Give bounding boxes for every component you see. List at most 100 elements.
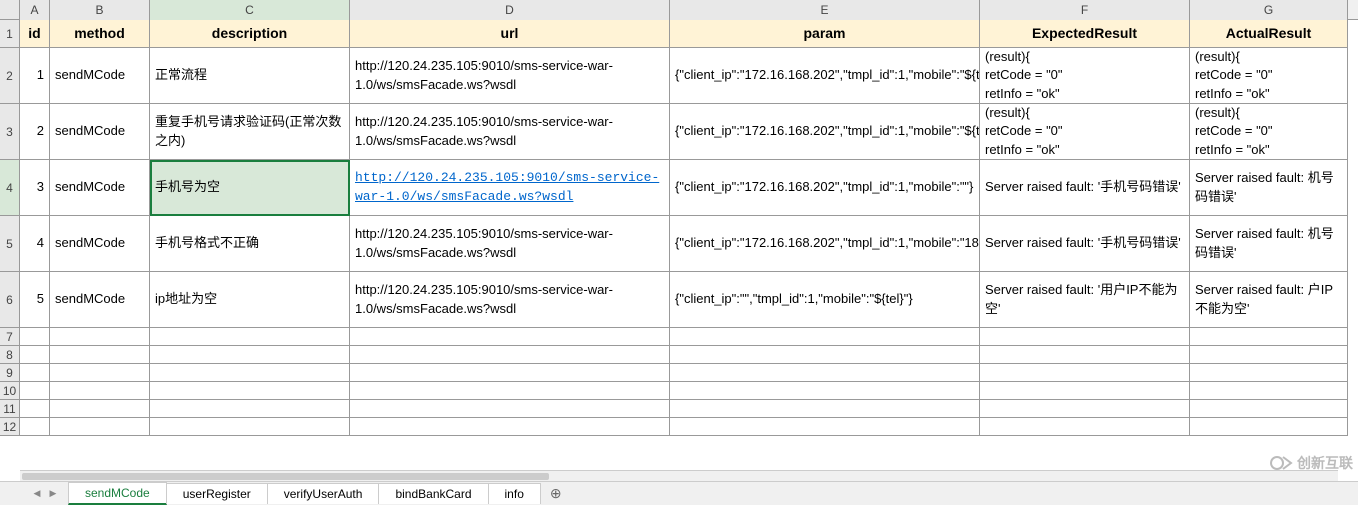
cell-param[interactable]: {"client_ip":"","tmpl_id":1,"mobile":"${… (670, 272, 980, 328)
row-header-5[interactable]: 5 (0, 216, 20, 272)
cell[interactable] (670, 382, 980, 400)
cell[interactable] (50, 418, 150, 436)
cell-id[interactable]: 5 (20, 272, 50, 328)
cell-method[interactable]: sendMCode (50, 272, 150, 328)
cell[interactable] (980, 418, 1190, 436)
cell[interactable] (670, 418, 980, 436)
cell-actual[interactable]: Server raised fault: 机号码错误' (1190, 160, 1348, 216)
cell-expected[interactable]: (result){ retCode = "0" retInfo = "ok" (980, 104, 1190, 160)
header-actual[interactable]: ActualResult (1190, 20, 1348, 48)
cell[interactable] (150, 382, 350, 400)
row-header-4[interactable]: 4 (0, 160, 20, 216)
cell[interactable] (20, 364, 50, 382)
row-header-6[interactable]: 6 (0, 272, 20, 328)
cell[interactable] (350, 382, 670, 400)
cell[interactable] (20, 382, 50, 400)
col-header-D[interactable]: D (350, 0, 670, 20)
cell-url[interactable]: http://120.24.235.105:9010/sms-service-w… (350, 48, 670, 104)
cell-expected[interactable]: (result){ retCode = "0" retInfo = "ok" (980, 48, 1190, 104)
cell[interactable] (980, 346, 1190, 364)
horizontal-scrollbar[interactable] (20, 470, 1338, 481)
tab-info[interactable]: info (488, 483, 541, 504)
col-header-A[interactable]: A (20, 0, 50, 20)
cell[interactable] (350, 364, 670, 382)
cell-id[interactable]: 2 (20, 104, 50, 160)
cell-actual[interactable]: Server raised fault: 户IP不能为空' (1190, 272, 1348, 328)
cell-id[interactable]: 1 (20, 48, 50, 104)
cell-param[interactable]: {"client_ip":"172.16.168.202","tmpl_id":… (670, 104, 980, 160)
header-param[interactable]: param (670, 20, 980, 48)
cell-url[interactable]: http://120.24.235.105:9010/sms-service-w… (350, 160, 670, 216)
cell[interactable] (980, 400, 1190, 418)
cell-description[interactable]: 正常流程 (150, 48, 350, 104)
tab-verifyUserAuth[interactable]: verifyUserAuth (267, 483, 380, 504)
cell[interactable] (350, 346, 670, 364)
cell[interactable] (150, 328, 350, 346)
cell[interactable] (1190, 400, 1348, 418)
tab-prev-icon[interactable]: ◀ (30, 487, 44, 501)
col-header-E[interactable]: E (670, 0, 980, 20)
scrollbar-thumb[interactable] (22, 473, 549, 480)
cell-actual[interactable]: Server raised fault: 机号码错误' (1190, 216, 1348, 272)
select-all-corner[interactable] (0, 0, 20, 20)
tab-add-button[interactable]: ⊕ (540, 482, 572, 505)
cell-param[interactable]: {"client_ip":"172.16.168.202","tmpl_id":… (670, 160, 980, 216)
row-header-1[interactable]: 1 (0, 20, 20, 48)
col-header-B[interactable]: B (50, 0, 150, 20)
cell[interactable] (1190, 364, 1348, 382)
tab-sendMCode[interactable]: sendMCode (68, 482, 167, 505)
cell[interactable] (50, 328, 150, 346)
cell[interactable] (350, 400, 670, 418)
cell-method[interactable]: sendMCode (50, 48, 150, 104)
header-description[interactable]: description (150, 20, 350, 48)
cell-description[interactable]: 手机号为空 (150, 160, 350, 216)
row-header-11[interactable]: 11 (0, 400, 20, 418)
cell[interactable] (350, 418, 670, 436)
cell[interactable] (980, 328, 1190, 346)
col-header-F[interactable]: F (980, 0, 1190, 20)
header-url[interactable]: url (350, 20, 670, 48)
cell-description[interactable]: 手机号格式不正确 (150, 216, 350, 272)
cell[interactable] (150, 346, 350, 364)
row-header-10[interactable]: 10 (0, 382, 20, 400)
cell[interactable] (150, 400, 350, 418)
tab-next-icon[interactable]: ▶ (46, 487, 60, 501)
cell-actual[interactable]: (result){ retCode = "0" retInfo = "ok" (1190, 48, 1348, 104)
cell[interactable] (20, 418, 50, 436)
col-header-G[interactable]: G (1190, 0, 1348, 20)
header-expected[interactable]: ExpectedResult (980, 20, 1190, 48)
cell-description[interactable]: ip地址为空 (150, 272, 350, 328)
row-header-7[interactable]: 7 (0, 328, 20, 346)
header-method[interactable]: method (50, 20, 150, 48)
row-header-9[interactable]: 9 (0, 364, 20, 382)
cell[interactable] (980, 364, 1190, 382)
cell-url[interactable]: http://120.24.235.105:9010/sms-service-w… (350, 104, 670, 160)
cell-url[interactable]: http://120.24.235.105:9010/sms-service-w… (350, 272, 670, 328)
cell[interactable] (1190, 346, 1348, 364)
cell[interactable] (150, 364, 350, 382)
cell-method[interactable]: sendMCode (50, 160, 150, 216)
cell-method[interactable]: sendMCode (50, 104, 150, 160)
row-header-3[interactable]: 3 (0, 104, 20, 160)
cell[interactable] (20, 400, 50, 418)
cell[interactable] (1190, 328, 1348, 346)
cell[interactable] (20, 328, 50, 346)
header-id[interactable]: id (20, 20, 50, 48)
col-header-C[interactable]: C (150, 0, 350, 20)
cell-expected[interactable]: Server raised fault: '用户IP不能为空' (980, 272, 1190, 328)
cell-description[interactable]: 重复手机号请求验证码(正常次数之内) (150, 104, 350, 160)
cell-url[interactable]: http://120.24.235.105:9010/sms-service-w… (350, 216, 670, 272)
cell[interactable] (150, 418, 350, 436)
cell[interactable] (20, 346, 50, 364)
cell[interactable] (670, 400, 980, 418)
row-header-2[interactable]: 2 (0, 48, 20, 104)
cell[interactable] (50, 346, 150, 364)
cell[interactable] (1190, 382, 1348, 400)
row-header-12[interactable]: 12 (0, 418, 20, 436)
tab-bindBankCard[interactable]: bindBankCard (378, 483, 488, 504)
tab-userRegister[interactable]: userRegister (166, 483, 268, 504)
cell-expected[interactable]: Server raised fault: '手机号码错误' (980, 216, 1190, 272)
cell-method[interactable]: sendMCode (50, 216, 150, 272)
row-header-8[interactable]: 8 (0, 346, 20, 364)
cell-param[interactable]: {"client_ip":"172.16.168.202","tmpl_id":… (670, 216, 980, 272)
